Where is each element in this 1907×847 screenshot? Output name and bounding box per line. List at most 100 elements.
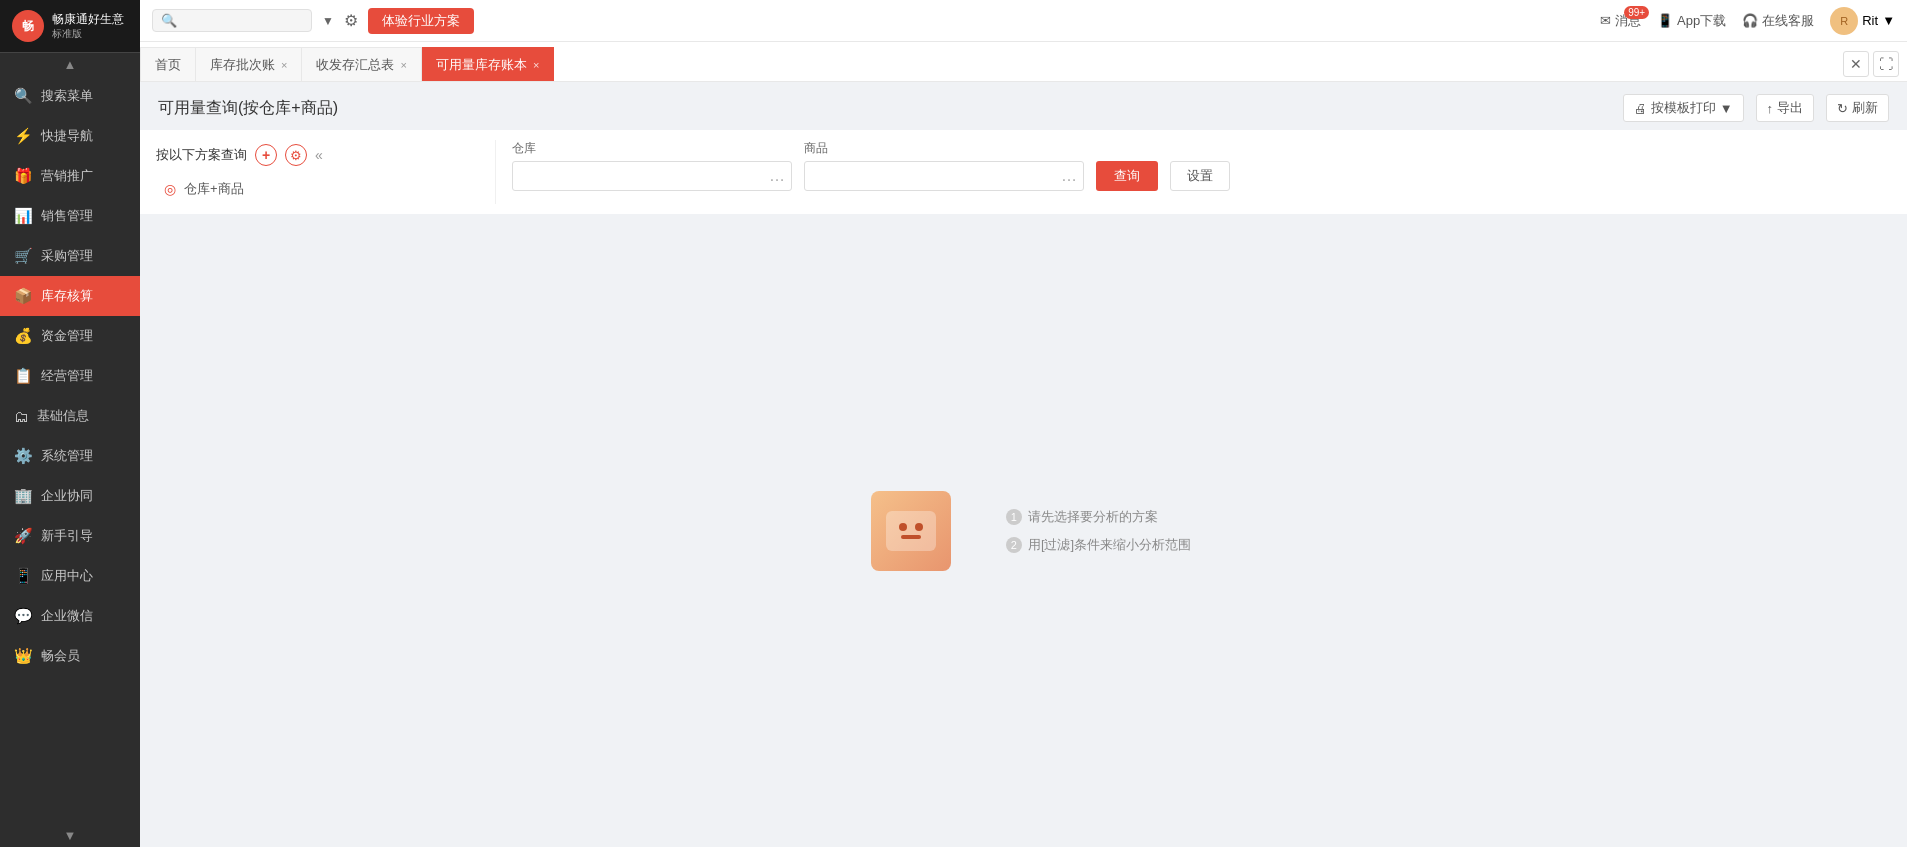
add-scheme-button[interactable]: +	[255, 144, 277, 166]
sidebar-item-guide[interactable]: 🚀 新手引导	[0, 516, 140, 556]
page-actions: 🖨 按模板打印 ▼ ↑ 导出 ↻ 刷新	[1623, 94, 1889, 122]
tab-batch-close[interactable]: ×	[281, 59, 287, 71]
filter-area: 按以下方案查询 + ⚙ « ◎ 仓库+商品 仓库 …	[140, 130, 1907, 214]
goods-input[interactable]	[805, 169, 1055, 184]
system-icon: ⚙️	[14, 447, 33, 465]
search-input[interactable]	[183, 14, 293, 28]
user-dropdown-icon: ▼	[1882, 13, 1895, 28]
sidebar-item-sales[interactable]: 📊 销售管理	[0, 196, 140, 236]
online-service-button[interactable]: 🎧 在线客服	[1742, 12, 1814, 30]
collapse-button[interactable]: «	[315, 147, 323, 163]
app-icon: 📱	[1657, 13, 1673, 28]
app-download-button[interactable]: 📱 App下载	[1657, 12, 1726, 30]
vip-icon: 👑	[14, 647, 33, 665]
goods-label: 商品	[804, 140, 1084, 157]
sidebar-item-vip[interactable]: 👑 畅会员	[0, 636, 140, 676]
main-content: 🔍 ▼ ⚙ 体验行业方案 ✉ 消息 99+ 📱 App下载 🎧 在线客服 R R…	[140, 0, 1907, 847]
search-icon: 🔍	[161, 13, 177, 28]
sidebar-item-finance[interactable]: 💰 资金管理	[0, 316, 140, 356]
hint-text-2: 用[过滤]条件来缩小分析范围	[1028, 536, 1191, 554]
user-menu[interactable]: R Rit ▼	[1830, 7, 1895, 35]
goods-dots[interactable]: …	[1055, 167, 1083, 185]
goods-field: 商品 …	[804, 140, 1084, 191]
query-button[interactable]: 查询	[1096, 161, 1158, 191]
sales-icon: 📊	[14, 207, 33, 225]
trial-button[interactable]: 体验行业方案	[368, 8, 474, 34]
scheme-item-warehouse[interactable]: ◎ 仓库+商品	[156, 174, 483, 204]
sidebar-item-inventory[interactable]: 📦 库存核算	[0, 276, 140, 316]
page-title: 可用量查询(按仓库+商品)	[158, 98, 338, 119]
topbar: 🔍 ▼ ⚙ 体验行业方案 ✉ 消息 99+ 📱 App下载 🎧 在线客服 R R…	[140, 0, 1907, 42]
topbar-search-box[interactable]: 🔍	[152, 9, 312, 32]
scheme-icon: ◎	[164, 181, 176, 197]
sidebar-item-system[interactable]: ⚙️ 系统管理	[0, 436, 140, 476]
tab-available[interactable]: 可用量库存账本 ×	[422, 47, 554, 81]
purchase-icon: 🛒	[14, 247, 33, 265]
sidebar: 畅 畅康通好生意 标准版 ▲ 🔍 搜索菜单 ⚡ 快捷导航 🎁 营销推广 📊 销售…	[0, 0, 140, 847]
sidebar-scroll-down[interactable]: ▼	[0, 824, 140, 847]
filter-fields: 仓库 … 商品 … 查询 设置	[496, 140, 1891, 191]
setting-button[interactable]: 设置	[1170, 161, 1230, 191]
app-logo: 畅	[12, 10, 44, 42]
tab-home[interactable]: 首页	[140, 47, 196, 81]
sidebar-item-wechat[interactable]: 💬 企业微信	[0, 596, 140, 636]
empty-state: 1 请先选择要分析的方案 2 用[过滤]条件来缩小分析范围	[140, 214, 1907, 847]
warehouse-input-wrap: …	[512, 161, 792, 191]
wechat-icon: 💬	[14, 607, 33, 625]
tabbar: 首页 库存批次账 × 收发存汇总表 × 可用量库存账本 × ✕ ⛶	[140, 42, 1907, 82]
tabbar-actions: ✕ ⛶	[1843, 51, 1907, 81]
empty-illustration	[856, 471, 976, 591]
hint-num-2: 2	[1006, 537, 1022, 553]
guide-icon: 🚀	[14, 527, 33, 545]
filter-scheme-header: 按以下方案查询 + ⚙ «	[156, 140, 483, 174]
message-button[interactable]: ✉ 消息 99+	[1600, 12, 1641, 30]
enterprise-icon: 🏢	[14, 487, 33, 505]
tab-collect[interactable]: 收发存汇总表 ×	[302, 47, 421, 81]
goods-input-wrap: …	[804, 161, 1084, 191]
sidebar-menu: 🔍 搜索菜单 ⚡ 快捷导航 🎁 营销推广 📊 销售管理 🛒 采购管理 📦 库存核…	[0, 76, 140, 824]
filter-scheme-label: 按以下方案查询	[156, 146, 247, 164]
export-icon: ↑	[1767, 101, 1774, 116]
warehouse-dots[interactable]: …	[763, 167, 791, 185]
search-dropdown[interactable]: ▼	[322, 14, 334, 28]
tab-collect-close[interactable]: ×	[400, 59, 406, 71]
sidebar-item-appstore[interactable]: 📱 应用中心	[0, 556, 140, 596]
topbar-right: ✉ 消息 99+ 📱 App下载 🎧 在线客服 R Rit ▼	[1600, 7, 1895, 35]
tab-close-button[interactable]: ✕	[1843, 51, 1869, 77]
warehouse-input[interactable]	[513, 169, 763, 184]
sidebar-item-enterprise[interactable]: 🏢 企业协同	[0, 476, 140, 516]
sidebar-item-search[interactable]: 🔍 搜索菜单	[0, 76, 140, 116]
scheme-settings-button[interactable]: ⚙	[285, 144, 307, 166]
robot-icon	[871, 491, 951, 571]
sidebar-item-marketing[interactable]: 🎁 营销推广	[0, 156, 140, 196]
sidebar-item-purchase[interactable]: 🛒 采购管理	[0, 236, 140, 276]
tab-available-close[interactable]: ×	[533, 59, 539, 71]
print-icon: 🖨	[1634, 101, 1647, 116]
refresh-button[interactable]: ↻ 刷新	[1826, 94, 1889, 122]
hint-item-2: 2 用[过滤]条件来缩小分析范围	[1006, 536, 1191, 554]
operation-icon: 📋	[14, 367, 33, 385]
sidebar-item-shortcut[interactable]: ⚡ 快捷导航	[0, 116, 140, 156]
message-badge: 99+	[1624, 6, 1649, 19]
inventory-icon: 📦	[14, 287, 33, 305]
sidebar-scroll-up[interactable]: ▲	[0, 53, 140, 76]
settings-icon[interactable]: ⚙	[344, 11, 358, 30]
tab-expand-button[interactable]: ⛶	[1873, 51, 1899, 77]
message-icon: ✉	[1600, 13, 1611, 28]
hint-num-1: 1	[1006, 509, 1022, 525]
sidebar-item-operation[interactable]: 📋 经营管理	[0, 356, 140, 396]
export-button[interactable]: ↑ 导出	[1756, 94, 1815, 122]
tab-batch[interactable]: 库存批次账 ×	[196, 47, 302, 81]
warehouse-field: 仓库 …	[512, 140, 792, 191]
appstore-icon: 📱	[14, 567, 33, 585]
template-dropdown-icon: ▼	[1720, 101, 1733, 116]
service-icon: 🎧	[1742, 13, 1758, 28]
sidebar-header: 畅 畅康通好生意 标准版	[0, 0, 140, 53]
template-print-button[interactable]: 🖨 按模板打印 ▼	[1623, 94, 1744, 122]
refresh-icon: ↻	[1837, 101, 1848, 116]
filter-scheme-panel: 按以下方案查询 + ⚙ « ◎ 仓库+商品	[156, 140, 496, 204]
sidebar-item-basic[interactable]: 🗂 基础信息	[0, 396, 140, 436]
avatar: R	[1830, 7, 1858, 35]
shortcut-icon: ⚡	[14, 127, 33, 145]
marketing-icon: 🎁	[14, 167, 33, 185]
